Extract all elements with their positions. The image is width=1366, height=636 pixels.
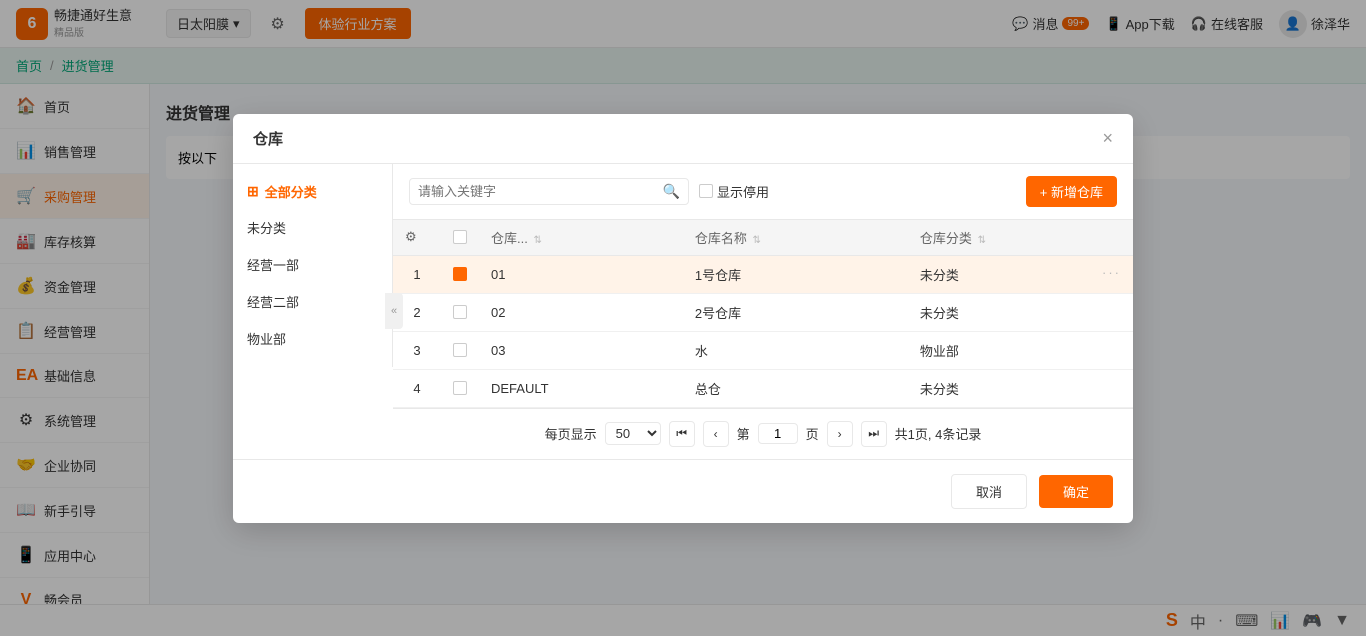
page-number-input[interactable] [758,423,798,444]
page-size-label: 每页显示 [545,424,597,443]
page-num-label: 第 [737,424,750,443]
td-check-1[interactable] [441,293,479,331]
th-name-label: 仓库名称 [695,231,747,246]
td-category-2: 物业部 [908,331,1133,369]
modal-title: 仓库 [253,128,283,149]
table-toolbar: 🔍 显示停用 + 新增仓库 [393,164,1133,220]
td-code-1: 02 [479,293,683,331]
modal-header: 仓库 × [233,114,1133,164]
td-category-0: 未分类··· [908,255,1133,293]
show-disabled-label[interactable]: 显示停用 [699,182,769,201]
category-panel-wrapper: ⊞ 全部分类 未分类 经营一部 经营二部 物业部 « [233,164,393,459]
table-row[interactable]: 2 02 2号仓库 未分类 [393,293,1133,331]
category-panel: ⊞ 全部分类 未分类 经营一部 经营二部 物业部 [233,164,393,367]
td-seq-2: 3 [393,331,441,369]
sort-category-icon[interactable]: ⇅ [978,235,986,246]
td-category-3: 未分类 [908,369,1133,407]
th-check [441,220,479,256]
page-first-button[interactable]: ⏮ [669,421,695,447]
th-code: 仓库... ⇅ [479,220,683,256]
td-check-0[interactable] [441,255,479,293]
search-input-wrap: 🔍 [409,178,689,205]
table-scroll: ⚙ 仓库... ⇅ 仓库名称 [393,220,1133,408]
cancel-button[interactable]: 取消 [951,474,1027,509]
show-disabled-checkbox[interactable] [699,184,713,198]
td-category-1: 未分类 [908,293,1133,331]
total-info: 共1页, 4条记录 [895,424,982,443]
th-name: 仓库名称 ⇅ [683,220,908,256]
category-item-dept2[interactable]: 经营二部 [233,283,392,320]
category-item-property[interactable]: 物业部 [233,320,392,357]
th-seq: ⚙ [393,220,441,256]
modal-overlay: 仓库 × ⊞ 全部分类 未分类 经营一部 经营二部 物业部 « [0,0,1366,636]
td-code-2: 03 [479,331,683,369]
warehouse-modal: 仓库 × ⊞ 全部分类 未分类 经营一部 经营二部 物业部 « [233,114,1133,523]
add-warehouse-button[interactable]: + 新增仓库 [1026,176,1117,207]
search-icon[interactable]: 🔍 [663,183,680,200]
table-panel: 🔍 显示停用 + 新增仓库 ⚙ [393,164,1133,459]
table-row[interactable]: 4 DEFAULT 总仓 未分类 [393,369,1133,407]
page-prev-button[interactable]: ‹ [703,421,729,447]
warehouse-table: ⚙ 仓库... ⇅ 仓库名称 [393,220,1133,408]
pagination: 每页显示 50 100 200 ⏮ ‹ 第 页 › ⏭ 共1页, 4条记录 [393,408,1133,459]
category-item-unclassified[interactable]: 未分类 [233,209,392,246]
td-seq-0: 1 [393,255,441,293]
td-check-3[interactable] [441,369,479,407]
page-last-button[interactable]: ⏭ [861,421,887,447]
select-all-checkbox[interactable] [453,230,467,244]
page-next-button[interactable]: › [827,421,853,447]
th-category: 仓库分类 ⇅ [908,220,1133,256]
modal-close-button[interactable]: × [1102,128,1113,149]
sort-name-icon[interactable]: ⇅ [753,235,761,246]
collapse-panel-button[interactable]: « [385,293,403,329]
show-disabled-text: 显示停用 [717,182,769,201]
modal-body: ⊞ 全部分类 未分类 经营一部 经营二部 物业部 « 🔍 [233,164,1133,459]
td-name-2: 水 [683,331,908,369]
td-name-3: 总仓 [683,369,908,407]
category-all[interactable]: ⊞ 全部分类 [233,174,392,209]
td-seq-3: 4 [393,369,441,407]
confirm-button[interactable]: 确定 [1039,475,1113,508]
th-category-label: 仓库分类 [920,231,972,246]
page-size-select[interactable]: 50 100 200 [605,422,661,445]
td-code-0: 01 [479,255,683,293]
td-name-1: 2号仓库 [683,293,908,331]
td-name-0: 1号仓库 [683,255,908,293]
search-input[interactable] [418,184,657,199]
sort-code-icon[interactable]: ⇅ [533,235,541,246]
page-unit: 页 [806,424,819,443]
category-all-label: 全部分类 [265,182,317,201]
category-item-dept1[interactable]: 经营一部 [233,246,392,283]
td-check-2[interactable] [441,331,479,369]
modal-footer: 取消 确定 [233,459,1133,523]
table-row[interactable]: 1 01 1号仓库 未分类··· [393,255,1133,293]
td-code-3: DEFAULT [479,369,683,407]
table-row[interactable]: 3 03 水 物业部 [393,331,1133,369]
grid-icon: ⊞ [247,183,259,200]
th-code-label: 仓库... [491,231,528,246]
gear-col-icon[interactable]: ⚙ [405,229,417,244]
